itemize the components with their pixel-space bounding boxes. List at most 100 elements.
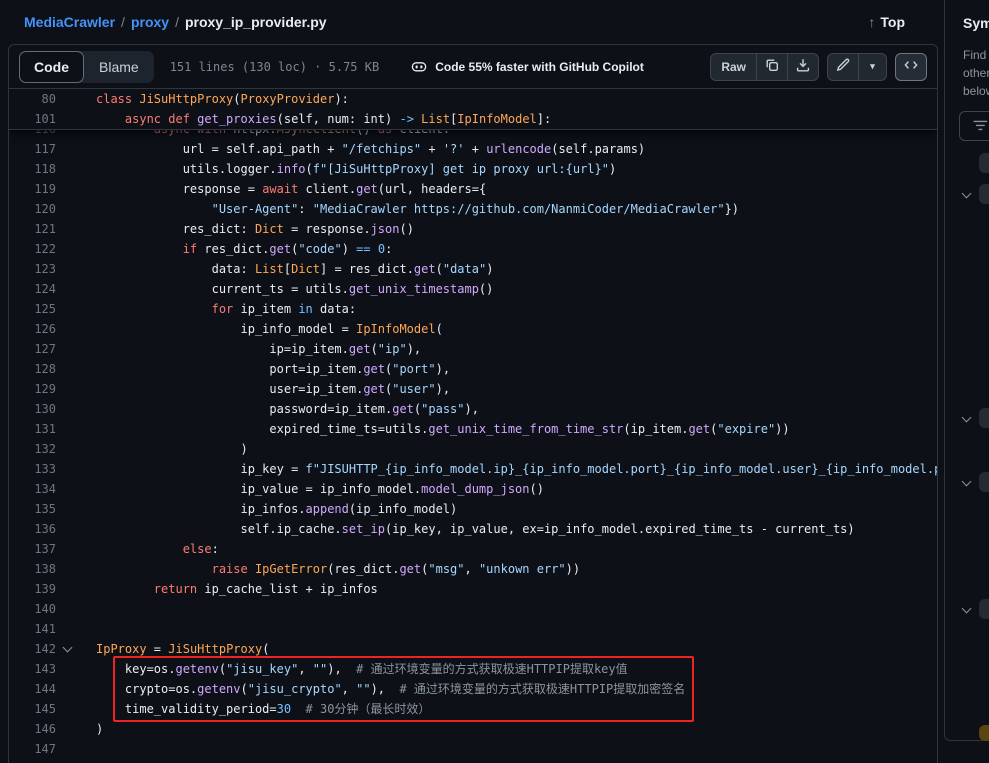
code-text: ) [80,719,103,739]
line-number[interactable]: 129 [9,379,56,399]
code-text: raise IpGetError(res_dict.get("msg", "un… [80,559,580,579]
line-number[interactable]: 124 [9,279,56,299]
symbol-badge[interactable] [979,184,989,204]
line-number[interactable]: 123 [9,259,56,279]
back-to-top-button[interactable]: ↑ Top [862,10,911,34]
line-number[interactable]: 126 [9,319,56,339]
fold-gutter [56,739,80,759]
code-text: utils.logger.info(f"[JiSuHttpProxy] get … [80,159,616,179]
breadcrumb-folder[interactable]: proxy [131,14,169,30]
line-number[interactable]: 101 [9,109,56,129]
breadcrumb-separator: / [175,14,179,30]
symbol-badge-active[interactable] [979,725,989,741]
chevron-down-icon[interactable] [962,604,972,614]
line-number[interactable]: 133 [9,459,56,479]
code-line-138: 138 raise IpGetError(res_dict.get("msg",… [9,559,937,579]
filter-icon [973,119,988,134]
line-number[interactable]: 131 [9,419,56,439]
symbol-badge[interactable] [979,153,989,173]
line-number[interactable]: 143 [9,659,56,679]
symbol-badge[interactable] [979,599,989,619]
copilot-banner-text: Code 55% faster with GitHub Copilot [435,60,644,74]
chevron-down-icon[interactable] [962,413,972,423]
symbols-filter-button[interactable] [959,111,989,141]
line-number[interactable]: 127 [9,339,56,359]
line-number[interactable]: 125 [9,299,56,319]
code-line-143: 143 key=os.getenv("jisu_key", ""), # 通过环… [9,659,937,679]
symbol-item [945,723,989,743]
fold-gutter [56,539,80,559]
fold-gutter [56,719,80,739]
symbol-badge[interactable] [979,472,989,492]
line-number[interactable]: 135 [9,499,56,519]
code-text: ip_infos.append(ip_info_model) [80,499,457,519]
edit-dropdown-button[interactable]: ▾ [859,53,887,81]
code-line-144: 144 crypto=os.getenv("jisu_crypto", ""),… [9,679,937,699]
arrow-up-icon: ↑ [868,14,875,30]
code-line-117: 117 url = self.api_path + "/fetchips" + … [9,139,937,159]
chevron-down-icon[interactable] [962,477,972,487]
tab-code[interactable]: Code [19,51,84,83]
chevron-down-icon[interactable] [962,189,972,199]
code-rows: 116 async with httpx.AsyncClient() as cl… [9,89,937,759]
code-text: if res_dict.get("code") == 0: [80,239,392,259]
edit-button[interactable] [827,53,859,81]
line-number[interactable]: 139 [9,579,56,599]
line-number[interactable]: 138 [9,559,56,579]
tab-blame[interactable]: Blame [84,51,154,83]
line-number[interactable]: 147 [9,739,56,759]
line-number[interactable]: 80 [9,89,56,109]
code-text: url = self.api_path + "/fetchips" + '?' … [80,139,645,159]
line-number[interactable]: 117 [9,139,56,159]
code-text: res_dict: Dict = response.json() [80,219,414,239]
line-number[interactable]: 121 [9,219,56,239]
fold-gutter [56,299,80,319]
code-line-147: 147 [9,739,937,759]
fold-gutter [56,259,80,279]
line-number[interactable]: 132 [9,439,56,459]
symbols-panel-toggle[interactable] [895,53,927,81]
code-text: time_validity_period=30 # 30分钟（最长时效） [80,699,430,719]
download-button[interactable] [788,53,819,81]
line-number[interactable]: 120 [9,199,56,219]
fold-gutter [56,419,80,439]
code-text: data: List[Dict] = res_dict.get("data") [80,259,493,279]
code-line-123: 123 data: List[Dict] = res_dict.get("dat… [9,259,937,279]
fold-gutter [56,399,80,419]
line-number[interactable]: 134 [9,479,56,499]
copilot-banner[interactable]: Code 55% faster with GitHub Copilot [411,59,644,75]
code-text: expired_time_ts=utils.get_unix_time_from… [80,419,790,439]
line-number[interactable]: 142 [9,639,56,659]
line-number[interactable]: 119 [9,179,56,199]
symbol-item [945,472,989,492]
code-text: class JiSuHttpProxy(ProxyProvider): [80,89,349,109]
line-number[interactable]: 140 [9,599,56,619]
line-number[interactable]: 141 [9,619,56,639]
code-line-132: 132 ) [9,439,937,459]
code-text: IpProxy = JiSuHttpProxy( [80,639,269,659]
symbol-item [945,599,989,619]
code-line-119: 119 response = await client.get(url, hea… [9,179,937,199]
fold-gutter [56,599,80,619]
breadcrumb-repo[interactable]: MediaCrawler [24,14,115,30]
line-number[interactable]: 130 [9,399,56,419]
line-number[interactable]: 118 [9,159,56,179]
symbol-badge[interactable] [979,408,989,428]
code-text: response = await client.get(url, headers… [80,179,486,199]
fold-chevron-icon[interactable] [63,643,73,653]
raw-button[interactable]: Raw [710,53,757,81]
line-number[interactable]: 128 [9,359,56,379]
code-text: return ip_cache_list + ip_infos [80,579,378,599]
code-line-118: 118 utils.logger.info(f"[JiSuHttpProxy] … [9,159,937,179]
line-number[interactable]: 146 [9,719,56,739]
line-number[interactable]: 144 [9,679,56,699]
copy-button[interactable] [757,53,788,81]
line-number[interactable]: 122 [9,239,56,259]
code-text: "User-Agent": "MediaCrawler https://gith… [80,199,739,219]
line-number[interactable]: 137 [9,539,56,559]
symbols-description: Findotherbelow [963,46,989,100]
line-number[interactable]: 136 [9,519,56,539]
file-panel: Code Blame 151 lines (130 loc) · 5.75 KB… [8,44,938,763]
fold-gutter [56,339,80,359]
line-number[interactable]: 145 [9,699,56,719]
